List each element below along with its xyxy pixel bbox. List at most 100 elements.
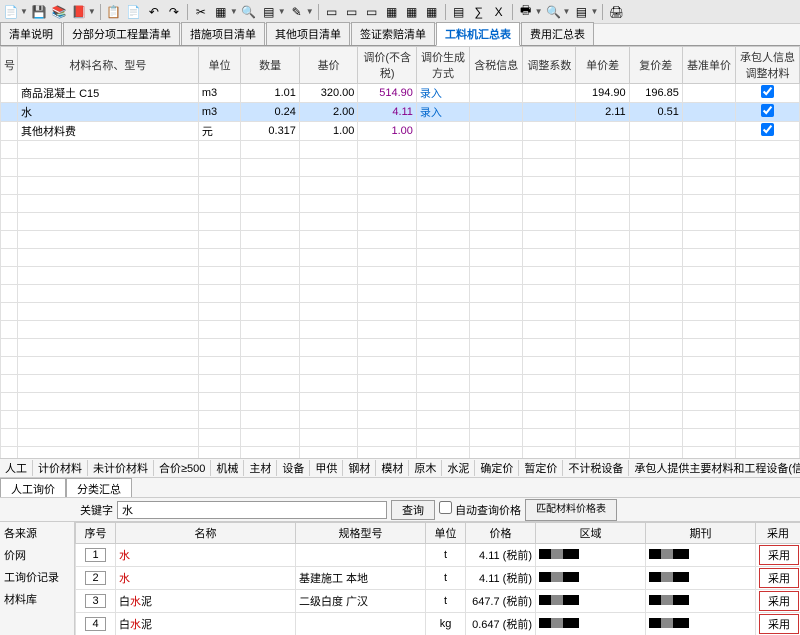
result-row[interactable]: 3白水泥二级白度 广汉t647.7 (税前)采用 [76,590,800,613]
column-header[interactable]: 材料名称、型号 [18,47,199,84]
table-row[interactable]: 水m30.242.004.11录入2.110.51 [1,103,800,122]
category-原木[interactable]: 原木 [409,460,442,476]
contractor-check[interactable] [736,122,800,141]
category-不计税设备[interactable]: 不计税设备 [563,460,629,476]
adopt-cell[interactable]: 采用 [756,567,800,590]
column-header[interactable]: 单位 [198,47,241,84]
column-header[interactable]: 数量 [241,47,300,84]
file-icon[interactable]: 📄 [2,3,20,21]
category-确定价[interactable]: 确定价 [475,460,519,476]
result-col[interactable]: 价格 [466,523,536,544]
column-header[interactable]: 含税信息 [470,47,523,84]
category-主材[interactable]: 主材 [244,460,277,476]
column-header[interactable]: 号 [1,47,18,84]
paste-icon[interactable]: 📄 [125,3,143,21]
grid1-icon[interactable]: ▦ [383,3,401,21]
table-row[interactable]: 商品混凝土 C15m31.01320.00514.90录入194.90196.8… [1,84,800,103]
category-计价材料[interactable]: 计价材料 [33,460,88,476]
pencil-icon[interactable]: ✎ [288,3,306,21]
undo-icon[interactable]: ↶ [145,3,163,21]
cut-icon[interactable]: ✂ [192,3,210,21]
page-icon[interactable]: ▤ [572,3,590,21]
tab-签证索赔清单[interactable]: 签证索赔清单 [351,22,435,45]
adopt-cell[interactable]: 采用 [756,613,800,635]
result-col[interactable]: 名称 [116,523,296,544]
column-header[interactable]: 调价(不含税) [358,47,417,84]
category-合价≥500[interactable]: 合价≥500 [154,460,211,476]
printer-icon[interactable]: 🖨 [607,3,625,21]
result-col[interactable]: 采用 [756,523,800,544]
keyword-input[interactable] [117,501,387,519]
column-header[interactable]: 调价生成方式 [416,47,469,84]
result-row[interactable]: 2水基建施工 本地t4.11 (税前)采用 [76,567,800,590]
result-row[interactable]: 4白水泥kg0.647 (税前)采用 [76,613,800,635]
form-icon[interactable]: ▦ [212,3,230,21]
column-header[interactable]: 复价差 [629,47,682,84]
category-暂定价[interactable]: 暂定价 [519,460,563,476]
category-水泥[interactable]: 水泥 [442,460,475,476]
result-row[interactable]: 1水t4.11 (税前)采用 [76,544,800,567]
grid3-icon[interactable]: ▦ [423,3,441,21]
category-人工[interactable]: 人工 [0,460,33,476]
tab-工料机汇总表[interactable]: 工料机汇总表 [436,22,520,46]
result-unit: kg [426,613,466,635]
contractor-check[interactable] [736,84,800,103]
grid2-icon[interactable]: ▦ [403,3,421,21]
copy-icon[interactable]: 📋 [105,3,123,21]
result-col[interactable]: 规格型号 [296,523,426,544]
nav-各来源[interactable]: 各来源 [0,522,74,544]
nav-材料库[interactable]: 材料库 [0,588,74,610]
excel-icon[interactable]: X [490,3,508,21]
category-钢材[interactable]: 钢材 [343,460,376,476]
subtab-人工询价[interactable]: 人工询价 [0,478,66,497]
tab-其他项目清单[interactable]: 其他项目清单 [266,22,350,45]
tab-措施项目清单[interactable]: 措施项目清单 [181,22,265,45]
subtab-分类汇总[interactable]: 分类汇总 [66,478,132,497]
zoom-icon[interactable]: 🔍 [240,3,258,21]
column-header[interactable]: 调整系数 [523,47,576,84]
calc-icon[interactable]: ∑ [470,3,488,21]
query-button[interactable]: 查询 [391,500,435,520]
result-col[interactable]: 单位 [426,523,466,544]
save-icon[interactable]: 💾 [30,3,48,21]
gen-mode[interactable] [416,122,469,141]
redo-icon[interactable]: ↷ [165,3,183,21]
win1-icon[interactable]: ▭ [323,3,341,21]
adopt-cell[interactable]: 采用 [756,544,800,567]
win2-icon[interactable]: ▭ [343,3,361,21]
category-模材[interactable]: 模材 [376,460,409,476]
result-col[interactable]: 区域 [536,523,646,544]
doc-icon[interactable]: ▤ [260,3,278,21]
table-icon[interactable]: ▤ [450,3,468,21]
column-header[interactable]: 基价 [299,47,358,84]
category-设备[interactable]: 设备 [277,460,310,476]
adopt-cell[interactable]: 采用 [756,590,800,613]
gen-mode[interactable]: 录入 [416,84,469,103]
search-icon[interactable]: 🔍 [545,3,563,21]
nav-工询价记录[interactable]: 工询价记录 [0,566,74,588]
tab-分部分项工程量清单[interactable]: 分部分项工程量清单 [63,22,180,45]
auto-query-checkbox[interactable]: 自动查询价格 [439,501,521,518]
table-row [1,231,800,249]
category-未计价材料[interactable]: 未计价材料 [88,460,154,476]
category-承包人提供主要材料和工程设备(信息调整)[interactable]: 承包人提供主要材料和工程设备(信息调整) [629,460,800,476]
column-header[interactable]: 承包人信息调整材料 [736,47,800,84]
win3-icon[interactable]: ▭ [363,3,381,21]
category-机械[interactable]: 机械 [211,460,244,476]
gen-mode[interactable]: 录入 [416,103,469,122]
result-name: 白水泥 [116,613,296,635]
print-icon[interactable]: 🖶 [517,3,535,21]
match-price-button[interactable]: 匹配材料价格表 [525,499,617,521]
nav-价网[interactable]: 价网 [0,544,74,566]
book-icon[interactable]: 📕 [70,3,88,21]
category-甲供[interactable]: 甲供 [310,460,343,476]
table-row[interactable]: 其他材料费元0.3171.001.00 [1,122,800,141]
tab-费用汇总表[interactable]: 费用汇总表 [521,22,594,45]
saveall-icon[interactable]: 📚 [50,3,68,21]
tab-清单说明[interactable]: 清单说明 [0,22,62,45]
result-col[interactable]: 序号 [76,523,116,544]
contractor-check[interactable] [736,103,800,122]
column-header[interactable]: 单价差 [576,47,629,84]
column-header[interactable]: 基准单价 [682,47,735,84]
result-col[interactable]: 期刊 [646,523,756,544]
